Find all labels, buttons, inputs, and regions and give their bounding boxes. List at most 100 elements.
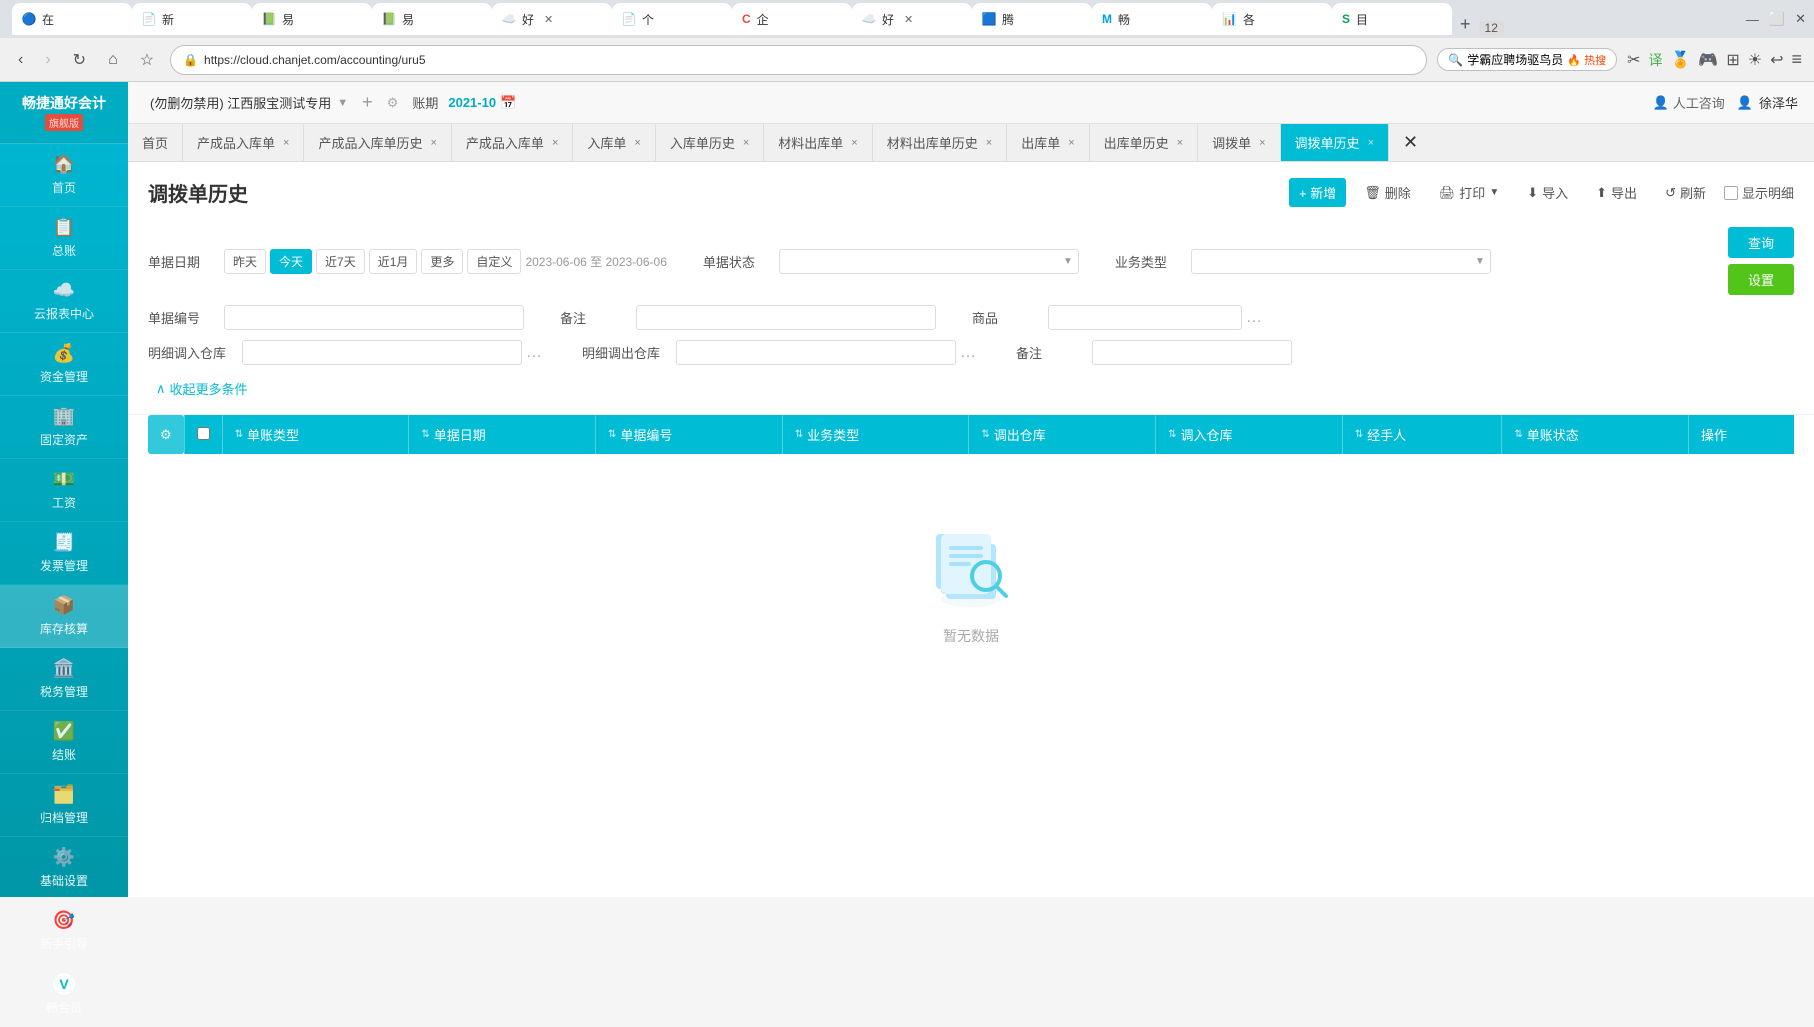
app-tab-close-8[interactable]: × xyxy=(1068,137,1074,149)
setting-button[interactable]: 设置 xyxy=(1728,264,1794,295)
app-tab-out-history[interactable]: 出库单历史 × xyxy=(1090,124,1198,162)
th-doc-number[interactable]: ⇅ 单据编号 xyxy=(596,415,783,454)
new-tab-button[interactable]: + xyxy=(1452,14,1479,35)
sidebar-item-settings[interactable]: ⚙️ 基础设置 xyxy=(0,837,128,900)
goods-more-button[interactable]: … xyxy=(1242,309,1266,327)
th-biz-type[interactable]: ⇅ 业务类型 xyxy=(782,415,969,454)
menu-icon[interactable]: ≡ xyxy=(1791,49,1802,70)
maximize-button[interactable]: ⬜ xyxy=(1769,11,1785,27)
address-bar[interactable]: 🔒 https://cloud.chanjet.com/accounting/u… xyxy=(170,45,1427,75)
grid-icon[interactable]: ⊞ xyxy=(1726,50,1739,70)
browser-tab-8[interactable]: 🟦 腾 xyxy=(972,3,1092,35)
app-tab-close-6[interactable]: × xyxy=(851,137,857,149)
detail-in-input[interactable] xyxy=(242,340,522,365)
th-handler[interactable]: ⇅ 经手人 xyxy=(1342,415,1502,454)
app-tab-close-11[interactable]: × xyxy=(1368,137,1374,149)
app-tab-close-7[interactable]: × xyxy=(986,137,992,149)
app-tab-transfer[interactable]: 调拨单 × xyxy=(1198,124,1280,162)
yesterday-btn[interactable]: 昨天 xyxy=(224,249,266,274)
minimize-button[interactable]: — xyxy=(1746,12,1759,27)
user-info[interactable]: 👤 徐泽华 xyxy=(1737,93,1798,112)
app-tab-close-10[interactable]: × xyxy=(1259,137,1265,149)
browser-tab-2[interactable]: 📗 易 xyxy=(252,3,372,35)
browser-tab-9[interactable]: M 畅 xyxy=(1092,3,1212,35)
week-btn[interactable]: 近7天 xyxy=(316,249,365,274)
search-button[interactable]: 查询 xyxy=(1728,227,1794,258)
theme-icon[interactable]: ☀ xyxy=(1748,50,1762,70)
sidebar-item-invoice[interactable]: 🧾 发票管理 xyxy=(0,522,128,585)
app-tab-close-4[interactable]: × xyxy=(634,137,640,149)
browser-tab-1[interactable]: 📄 新 xyxy=(132,3,252,35)
th-out-warehouse[interactable]: ⇅ 调出仓库 xyxy=(969,415,1156,454)
back-button[interactable]: ‹ xyxy=(12,47,29,73)
import-button[interactable]: ⬇ 导入 xyxy=(1517,178,1578,207)
translate-icon[interactable]: 译 xyxy=(1648,50,1662,70)
doc-number-input[interactable] xyxy=(224,305,524,330)
calendar-icon[interactable]: 📅 xyxy=(500,95,516,111)
app-tab-close-2[interactable]: × xyxy=(430,137,436,149)
browser-tab-10[interactable]: 📊 各 xyxy=(1212,3,1332,35)
th-doc-type[interactable]: ⇅ 单账类型 xyxy=(222,415,409,454)
print-button[interactable]: 🖨 打印 ▼ xyxy=(1429,178,1509,207)
select-all-checkbox[interactable] xyxy=(197,427,210,440)
sidebar-item-archive[interactable]: 🗂️ 归档管理 xyxy=(0,774,128,837)
app-tab-out[interactable]: 出库单 × xyxy=(1007,124,1089,162)
browser-tab-7[interactable]: ☁️ 好 ✕ xyxy=(852,3,972,35)
browser-tab-4[interactable]: ☁️ 好 ✕ xyxy=(492,3,612,35)
app-tab-in-history[interactable]: 入库单历史 × xyxy=(656,124,764,162)
refresh-nav-button[interactable]: ↻ xyxy=(67,46,92,74)
sidebar-item-tax[interactable]: 🏛️ 税务管理 xyxy=(0,648,128,711)
new-button[interactable]: + 新增 xyxy=(1289,178,1346,207)
tab-close-7[interactable]: ✕ xyxy=(904,13,913,26)
detail-out-input[interactable] xyxy=(676,340,956,365)
close-all-tabs-button[interactable]: ✕ xyxy=(1393,132,1428,153)
app-tab-material-out-history[interactable]: 材料出库单历史 × xyxy=(873,124,1007,162)
sidebar-item-home[interactable]: 🏠 首页 xyxy=(0,144,128,207)
delete-button[interactable]: 🗑 删除 xyxy=(1354,178,1421,207)
biz-type-select[interactable] xyxy=(1191,249,1491,274)
browser-tab-6[interactable]: C 企 xyxy=(732,3,852,35)
app-tab-close-9[interactable]: × xyxy=(1177,137,1183,149)
detail-in-more-button[interactable]: … xyxy=(522,344,546,362)
app-tab-close[interactable]: × xyxy=(283,137,289,149)
month-btn[interactable]: 近1月 xyxy=(369,249,418,274)
browser-tab-5[interactable]: 📄 个 xyxy=(612,3,732,35)
th-status[interactable]: ⇅ 单账状态 xyxy=(1502,415,1689,454)
customer-service-button[interactable]: 👤 人工咨询 xyxy=(1653,93,1725,112)
refresh-button[interactable]: ↺ 刷新 xyxy=(1655,178,1716,207)
remark-input[interactable] xyxy=(636,305,936,330)
browser-search-bar[interactable]: 🔍 学霸应聘场驱鸟员 🔥 热搜 xyxy=(1437,48,1617,71)
app-tab-in[interactable]: 入库单 × xyxy=(573,124,655,162)
add-company-button[interactable]: + xyxy=(362,92,373,113)
company-selector[interactable]: (勿删勿禁用) 江西服宝测试专用 ▼ xyxy=(144,93,348,112)
home-button[interactable]: ⌂ xyxy=(102,47,124,73)
sidebar-item-reports[interactable]: ☁️ 云报表中心 xyxy=(0,270,128,333)
collapse-button[interactable]: ∧ 收起更多条件 xyxy=(148,375,1794,402)
app-tab-finished-in[interactable]: 产成品入库单 × xyxy=(183,124,304,162)
forward-button[interactable]: › xyxy=(39,47,56,73)
close-button[interactable]: ✕ xyxy=(1795,11,1806,27)
more-btn[interactable]: 更多 xyxy=(421,249,463,274)
sidebar-item-closing[interactable]: ✅ 结账 xyxy=(0,711,128,774)
browser-tab-0[interactable]: 🔵 在 xyxy=(12,3,132,35)
sidebar-item-guide[interactable]: 🎯 新手引导 xyxy=(0,900,128,963)
sidebar-item-member[interactable]: V 畅会员 xyxy=(0,963,128,1027)
app-tab-home[interactable]: 首页 xyxy=(128,124,183,162)
today-btn[interactable]: 今天 xyxy=(270,249,312,274)
display-toggle[interactable]: 显示明细 xyxy=(1724,183,1794,202)
sidebar-item-ledger[interactable]: 📋 总账 xyxy=(0,207,128,270)
sidebar-item-salary[interactable]: 💵 工资 xyxy=(0,459,128,522)
th-in-warehouse[interactable]: ⇅ 调入仓库 xyxy=(1156,415,1343,454)
app-tab-close-5[interactable]: × xyxy=(743,137,749,149)
browser-tab-3[interactable]: 📗 易 xyxy=(372,3,492,35)
app-tab-close-3[interactable]: × xyxy=(552,137,558,149)
bookmark-button[interactable]: ☆ xyxy=(134,46,160,74)
export-button[interactable]: ⬆ 导出 xyxy=(1586,178,1647,207)
tab-close-4[interactable]: ✕ xyxy=(544,13,553,26)
th-settings[interactable]: ⚙ xyxy=(148,415,184,454)
custom-btn[interactable]: 自定义 xyxy=(467,249,521,274)
sidebar-item-funds[interactable]: 💰 资金管理 xyxy=(0,333,128,396)
sidebar-item-inventory[interactable]: 📦 库存核算 xyxy=(0,585,128,648)
app-tab-finished-in-history[interactable]: 产成品入库单历史 × xyxy=(304,124,451,162)
detail-out-more-button[interactable]: … xyxy=(956,344,980,362)
